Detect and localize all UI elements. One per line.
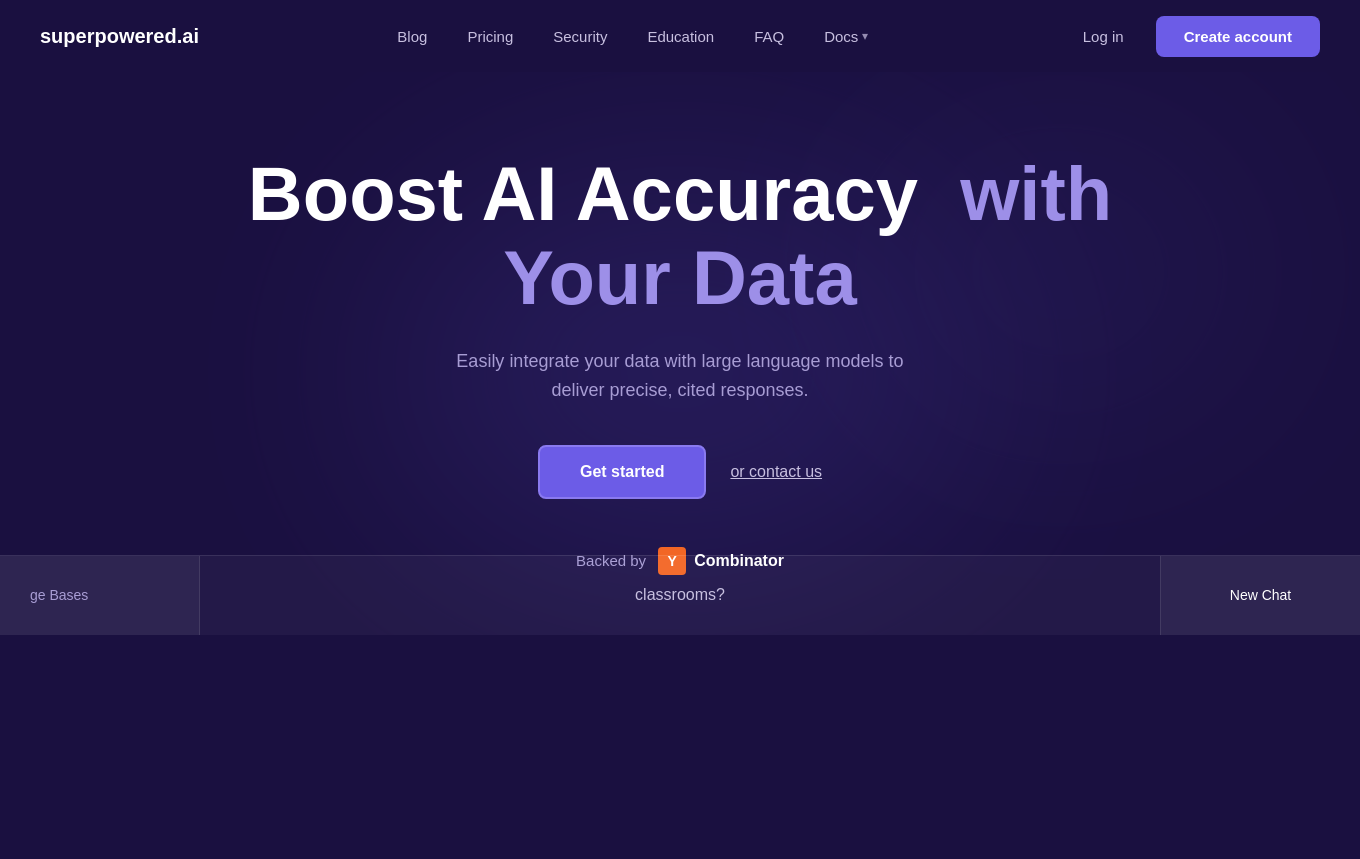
contact-link[interactable]: or contact us [730, 463, 822, 481]
hero-section: Boost AI Accuracy with Your Data Easily … [0, 72, 1360, 635]
bottom-preview-strip: ge Bases classrooms? New Chat [0, 555, 1360, 635]
nav-faq[interactable]: FAQ [738, 20, 800, 53]
bottom-left-label: ge Bases [0, 556, 200, 635]
nav-right-actions: Log in Create account [1067, 16, 1320, 57]
login-link[interactable]: Log in [1067, 20, 1140, 53]
chevron-down-icon: ▾ [862, 29, 868, 43]
nav-docs[interactable]: Docs ▾ [808, 20, 884, 53]
hero-subtitle: Easily integrate your data with large la… [430, 347, 930, 405]
nav-pricing[interactable]: Pricing [451, 20, 529, 53]
brand-logo[interactable]: superpowered.ai [40, 25, 199, 48]
hero-title: Boost AI Accuracy with Your Data [230, 152, 1130, 319]
bottom-new-chat-button[interactable]: New Chat [1160, 556, 1360, 635]
docs-label: Docs [824, 28, 858, 45]
nav-security[interactable]: Security [537, 20, 623, 53]
create-account-button[interactable]: Create account [1156, 16, 1320, 57]
bottom-center-label: classrooms? [200, 556, 1160, 635]
get-started-button[interactable]: Get started [538, 445, 706, 499]
navigation: superpowered.ai Blog Pricing Security Ed… [0, 0, 1360, 72]
nav-blog[interactable]: Blog [381, 20, 443, 53]
hero-title-part1: Boost AI Accuracy [248, 151, 918, 236]
hero-cta-group: Get started or contact us [538, 445, 822, 499]
nav-links: Blog Pricing Security Education FAQ Docs… [381, 20, 884, 53]
nav-education[interactable]: Education [631, 20, 730, 53]
